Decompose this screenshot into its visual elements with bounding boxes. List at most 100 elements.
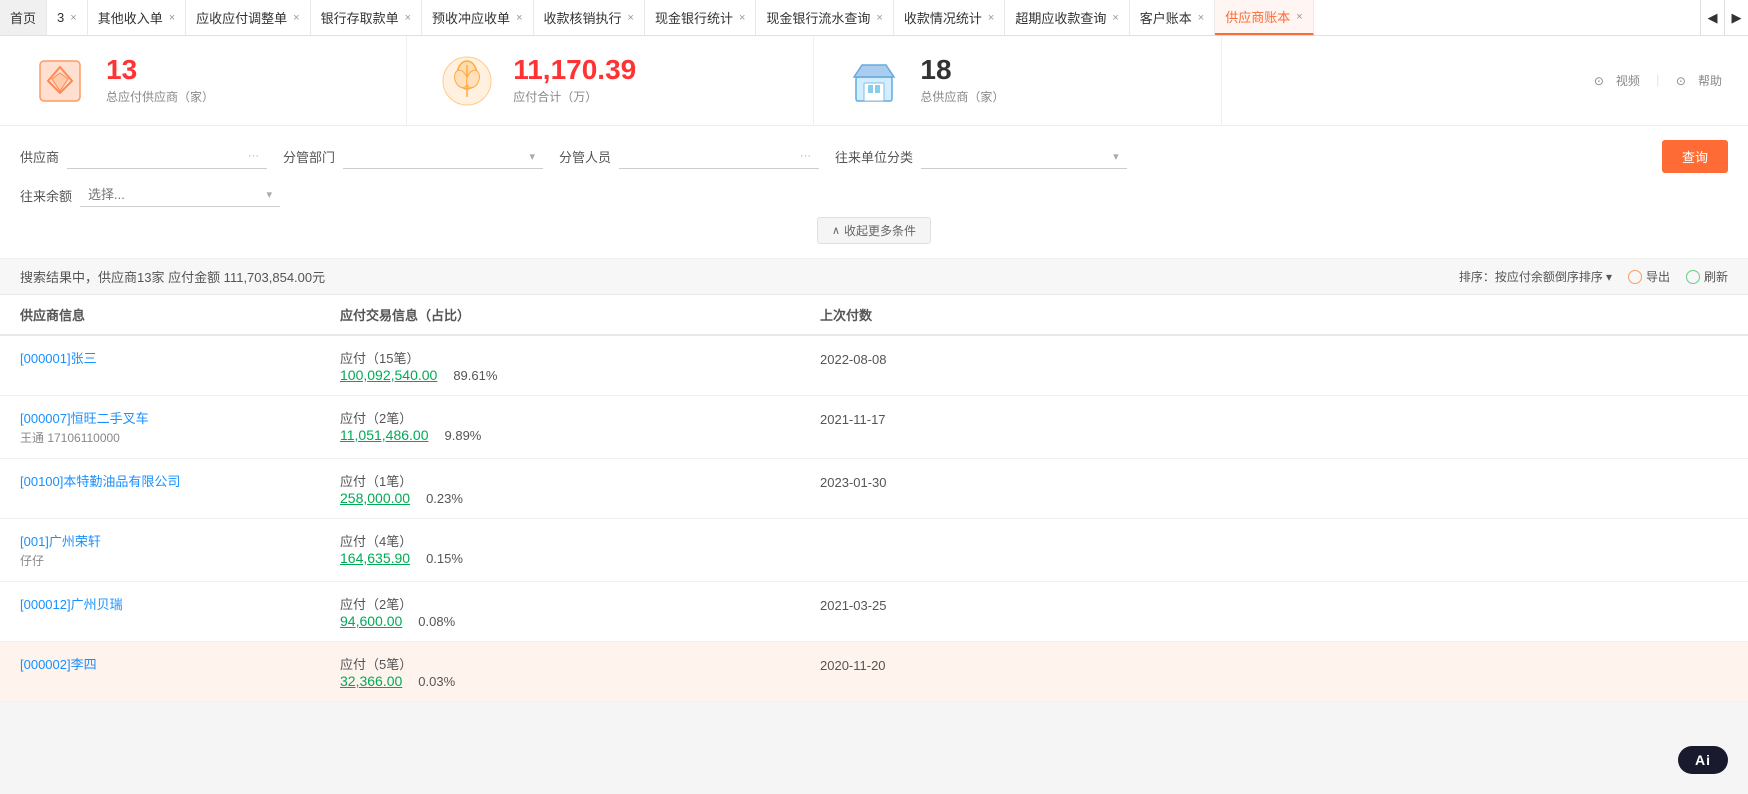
tx-row: 11,051,486.00 9.89% — [340, 427, 820, 443]
supplier-cell: [000002]李四 — [20, 654, 340, 673]
nav-tab-collect-stat-label: 收款情况统计 — [904, 8, 982, 27]
tx-amount[interactable]: 258,000.00 — [340, 490, 410, 506]
filter-row-1: 供应商 ··· 分管部门 ▾ 分管人员 ··· 往来单位分类 — [20, 140, 1728, 173]
lastpay-cell: 2021-11-17 — [820, 408, 1728, 427]
nav-tab-overdue[interactable]: 超期应收款查询 × — [1005, 0, 1129, 35]
supplier-link[interactable]: [000001]张三 — [20, 348, 340, 367]
table-row: [001]广州荣轩 仔仔 应付（4笔） 164,635.90 0.15% — [0, 519, 1748, 582]
tx-row: 258,000.00 0.23% — [340, 490, 820, 506]
nav-tab-collect-stat[interactable]: 收款情况统计 × — [894, 0, 1005, 35]
supplier-table: 供应商信息 应付交易信息（占比） 上次付数 [000001]张三 应付（15笔）… — [0, 295, 1748, 702]
nav-tab-collection[interactable]: 收款核销执行 × — [534, 0, 645, 35]
close-icon[interactable]: × — [628, 12, 634, 24]
supplier-link[interactable]: [001]广州荣轩 — [20, 531, 340, 550]
nav-tab-bank-label: 银行存取款单 — [321, 8, 399, 27]
filter-supplier: 供应商 ··· — [20, 145, 267, 169]
transaction-cell: 应付（2笔） 11,051,486.00 9.89% — [340, 408, 820, 443]
nav-tab-adjustment[interactable]: 应收应付调整单 × — [186, 0, 310, 35]
dept-input-wrap[interactable]: ▾ — [343, 145, 543, 169]
close-icon[interactable]: × — [1198, 12, 1204, 24]
refresh-button[interactable]: 刷新 — [1686, 268, 1728, 285]
lastpay-cell: 2021-03-25 — [820, 594, 1728, 613]
table-header: 供应商信息 应付交易信息（占比） 上次付数 — [0, 295, 1748, 336]
close-icon[interactable]: × — [169, 12, 175, 24]
close-icon[interactable]: × — [988, 12, 994, 24]
nav-tab-prepay[interactable]: 预收冲应收单 × — [422, 0, 533, 35]
diamond-icon — [30, 51, 90, 111]
supplier-link[interactable]: [000007]恒旺二手叉车 — [20, 408, 340, 427]
person-input-wrap[interactable]: ··· — [619, 145, 819, 169]
collapse-button[interactable]: ∧ 收起更多条件 — [817, 217, 931, 244]
category-input[interactable] — [929, 149, 1109, 164]
nav-tab-customer-account[interactable]: 客户账本 × — [1130, 0, 1215, 35]
ellipsis-icon2: ··· — [800, 150, 811, 162]
supplier-cell: [00100]本特勤油品有限公司 — [20, 471, 340, 490]
help-link[interactable]: 帮助 — [1698, 72, 1722, 89]
transaction-cell: 应付（15笔） 100,092,540.00 89.61% — [340, 348, 820, 383]
query-button[interactable]: 查询 — [1662, 140, 1728, 173]
person-input[interactable] — [627, 149, 796, 164]
tx-amount[interactable]: 164,635.90 — [340, 550, 410, 566]
nav-tab-customer-account-label: 客户账本 — [1140, 8, 1192, 27]
export-button[interactable]: 导出 — [1628, 268, 1670, 285]
lastpay-value: 2020-11-20 — [820, 658, 886, 673]
col-supplier-label: 供应商信息 — [20, 308, 85, 323]
close-icon[interactable]: × — [516, 12, 522, 24]
nav-tab-home[interactable]: 首页 — [0, 0, 47, 35]
supplier-link[interactable]: [000002]李四 — [20, 654, 340, 673]
ai-badge[interactable]: Ai — [1678, 746, 1728, 774]
filter-area: 供应商 ··· 分管部门 ▾ 分管人员 ··· 往来单位分类 — [0, 126, 1748, 259]
nav-tab-3[interactable]: 3 × — [47, 0, 88, 35]
stat3-value: 18 — [920, 56, 1004, 84]
results-bar: 搜索结果中，供应商13家 应付金额 111,703,854.00元 排序：按应付… — [0, 259, 1748, 295]
filter-category: 往来单位分类 ▾ — [835, 145, 1127, 169]
balance-input-wrap[interactable]: ▾ — [80, 183, 280, 207]
nav-tab-bank[interactable]: 银行存取款单 × — [311, 0, 422, 35]
close-icon[interactable]: × — [1296, 11, 1302, 23]
close-icon[interactable]: × — [405, 12, 411, 24]
tx-row: 94,600.00 0.08% — [340, 613, 820, 629]
tx-amount[interactable]: 32,366.00 — [340, 673, 402, 689]
table-row: [000012]广州贝瑞 应付（2笔） 94,600.00 0.08% 2021… — [0, 582, 1748, 642]
supplier-cell: [000007]恒旺二手叉车 王通 17106110000 — [20, 408, 340, 446]
sort-button[interactable]: 排序：按应付余额倒序排序 ▾ — [1459, 268, 1612, 285]
nav-tab-cashflow-label: 现金银行流水查询 — [766, 8, 870, 27]
supplier-link[interactable]: [000012]广州贝瑞 — [20, 594, 340, 613]
supplier-link[interactable]: [00100]本特勤油品有限公司 — [20, 471, 340, 490]
table-row: [000001]张三 应付（15笔） 100,092,540.00 89.61%… — [0, 336, 1748, 396]
table-row: [00100]本特勤油品有限公司 应付（1笔） 258,000.00 0.23%… — [0, 459, 1748, 519]
close-icon[interactable]: × — [1112, 12, 1118, 24]
supplier-input[interactable] — [75, 149, 244, 164]
transaction-cell: 应付（4笔） 164,635.90 0.15% — [340, 531, 820, 566]
nav-tab-supplier-account[interactable]: 供应商账本 × — [1215, 0, 1313, 35]
close-icon[interactable]: × — [70, 12, 76, 24]
nav-tab-cash-stat[interactable]: 现金银行统计 × — [645, 0, 756, 35]
nav-right-arrow[interactable]: ▶ — [1724, 0, 1748, 36]
refresh-icon — [1686, 270, 1700, 284]
stats-bar: 13 总应付供应商（家） 11,170.39 应付合计（万） — [0, 36, 1748, 126]
chevron-down-icon2: ▾ — [1113, 150, 1119, 163]
nav-tab-other-income[interactable]: 其他收入单 × — [88, 0, 186, 35]
tx-amount[interactable]: 11,051,486.00 — [340, 427, 429, 443]
close-icon[interactable]: × — [293, 12, 299, 24]
transaction-cell: 应付（2笔） 94,600.00 0.08% — [340, 594, 820, 629]
lastpay-value: 2023-01-30 — [820, 475, 887, 490]
chevron-down-icon3: ▾ — [266, 188, 272, 201]
tx-pct: 0.08% — [418, 614, 455, 629]
nav-left-arrow[interactable]: ◀ — [1700, 0, 1724, 36]
close-icon[interactable]: × — [739, 12, 745, 24]
tx-label: 应付（2笔） — [340, 408, 820, 427]
tx-amount[interactable]: 94,600.00 — [340, 613, 402, 629]
nav-tab-overdue-label: 超期应收款查询 — [1015, 8, 1106, 27]
nav-tab-collection-label: 收款核销执行 — [544, 8, 622, 27]
supplier-cell: [000001]张三 — [20, 348, 340, 367]
tx-amount[interactable]: 100,092,540.00 — [340, 367, 437, 383]
category-input-wrap[interactable]: ▾ — [921, 145, 1127, 169]
dept-input[interactable] — [351, 149, 525, 164]
stat1-label: 总应付供应商（家） — [106, 88, 214, 105]
video-link[interactable]: 视频 — [1616, 72, 1640, 89]
close-icon[interactable]: × — [876, 12, 882, 24]
nav-tab-cashflow[interactable]: 现金银行流水查询 × — [756, 0, 893, 35]
supplier-input-wrap[interactable]: ··· — [67, 145, 267, 169]
balance-input[interactable] — [88, 187, 262, 202]
